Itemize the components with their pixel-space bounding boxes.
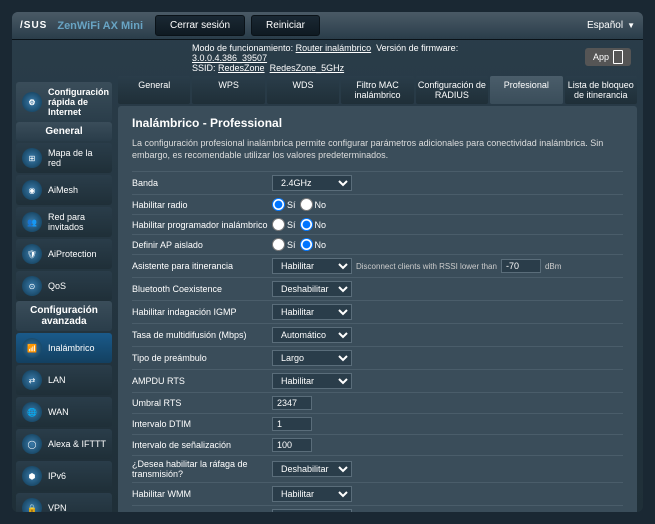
reboot-button[interactable]: Reiniciar: [251, 15, 320, 36]
firmware-value-link[interactable]: 3.0.0.4.386_39507: [192, 53, 267, 63]
label-rts: Umbral RTS: [132, 398, 272, 408]
sidebar-item-wan[interactable]: 🌐WAN: [16, 397, 112, 427]
txburst-select[interactable]: Deshabilitar: [272, 461, 352, 477]
tab-roaming-block[interactable]: Lista de bloqueo de itinerancia: [565, 76, 637, 104]
label-multicast: Tasa de multidifusión (Mbps): [132, 330, 272, 340]
label-dtim: Intervalo DTIM: [132, 419, 272, 429]
product-name: ZenWiFi AX Mini: [57, 20, 143, 32]
tab-wps[interactable]: WPS: [192, 76, 264, 104]
dbm-label: dBm: [545, 262, 561, 271]
band-select[interactable]: 2.4GHz: [272, 175, 352, 191]
roam-hint: Disconnect clients with RSSI lower than: [356, 262, 497, 271]
settings-panel: Inalámbrico - Professional La configurac…: [118, 106, 637, 512]
label-preamble: Tipo de preámbulo: [132, 353, 272, 363]
radio-ap-isolate-no[interactable]: [300, 238, 313, 251]
ssid2-link[interactable]: RedesZone_5GHz: [270, 63, 345, 73]
rts-input[interactable]: [272, 396, 312, 410]
ssid1-link[interactable]: RedesZone: [218, 63, 265, 73]
radio-sched-yes[interactable]: [272, 218, 285, 231]
label-wmm: Habilitar WMM: [132, 489, 272, 499]
alexa-icon: ◯: [22, 434, 42, 454]
sidebar-item-lan[interactable]: ⇄LAN: [16, 365, 112, 395]
lan-icon: ⇄: [22, 370, 42, 390]
tab-mac-filter[interactable]: Filtro MAC inalámbrico: [341, 76, 413, 104]
bt-coex-select[interactable]: Deshabilitar: [272, 281, 352, 297]
label-bt-coex: Bluetooth Coexistence: [132, 284, 272, 294]
radio-enable-radio-yes[interactable]: [272, 198, 285, 211]
brand-logo: /SUS: [20, 20, 47, 31]
multicast-select[interactable]: Automático: [272, 327, 352, 343]
wmm-noack-select[interactable]: Deshabilitar: [272, 509, 352, 512]
firmware-label: Versión de firmware:: [376, 43, 458, 53]
mode-value-link[interactable]: Router inalámbrico: [296, 43, 372, 53]
sidebar-header-general: General: [16, 122, 112, 141]
panel-desc: La configuración profesional inalámbrica…: [132, 138, 623, 161]
wifi-icon: 📶: [22, 338, 42, 358]
chevron-down-icon: ▼: [627, 21, 635, 30]
guest-icon: 👥: [22, 212, 42, 232]
ipv6-icon: ⬢: [22, 466, 42, 486]
roam-rssi-input[interactable]: [501, 259, 541, 273]
shield-icon: 🛡: [22, 244, 42, 264]
wmm-select[interactable]: Habilitar: [272, 486, 352, 502]
language-select[interactable]: Español ▼: [587, 20, 635, 31]
label-band: Banda: [132, 178, 272, 188]
label-enable-radio: Habilitar radio: [132, 200, 272, 210]
label-igmp: Habilitar indagación IGMP: [132, 307, 272, 317]
label-txburst: ¿Desea habilitar la ráfaga de transmisió…: [132, 459, 272, 479]
dtim-input[interactable]: [272, 417, 312, 431]
sidebar-item-aimesh[interactable]: ◉AiMesh: [16, 175, 112, 205]
radio-enable-radio-no[interactable]: [300, 198, 313, 211]
sidebar-item-qos[interactable]: ⊙QoS: [16, 271, 112, 301]
globe-icon: ⚙: [22, 92, 42, 112]
mesh-icon: ◉: [22, 180, 42, 200]
qos-icon: ⊙: [22, 276, 42, 296]
sidebar-item-guest[interactable]: 👥Red para invitados: [16, 207, 112, 237]
wan-icon: 🌐: [22, 402, 42, 422]
tab-general[interactable]: General: [118, 76, 190, 104]
sidebar-item-network-map[interactable]: ⊞Mapa de la red: [16, 143, 112, 173]
ampdu-rts-select[interactable]: Habilitar: [272, 373, 352, 389]
vpn-icon: 🔒: [22, 498, 42, 512]
tab-professional[interactable]: Profesional: [490, 76, 562, 104]
panel-title: Inalámbrico - Professional: [132, 116, 623, 130]
logout-button[interactable]: Cerrar sesión: [155, 15, 245, 36]
tab-radius[interactable]: Configuración de RADIUS: [416, 76, 488, 104]
sidebar-quick-setup[interactable]: ⚙ Configuración rápida de Internet: [16, 82, 112, 122]
sidebar-item-aiprotection[interactable]: 🛡AiProtection: [16, 239, 112, 269]
app-badge[interactable]: App: [585, 48, 631, 66]
sidebar: ⚙ Configuración rápida de Internet Gener…: [12, 76, 116, 512]
beacon-input[interactable]: [272, 438, 312, 452]
label-roam-assist: Asistente para itinerancia: [132, 261, 272, 271]
network-icon: ⊞: [22, 148, 42, 168]
label-beacon: Intervalo de señalización: [132, 440, 272, 450]
sidebar-item-wireless[interactable]: 📶Inalámbrico: [16, 333, 112, 363]
preamble-select[interactable]: Largo: [272, 350, 352, 366]
radio-sched-no[interactable]: [300, 218, 313, 231]
sidebar-item-ipv6[interactable]: ⬢IPv6: [16, 461, 112, 491]
sidebar-item-vpn[interactable]: 🔒VPN: [16, 493, 112, 512]
radio-ap-isolate-yes[interactable]: [272, 238, 285, 251]
sidebar-header-advanced: Configuración avanzada: [16, 301, 112, 331]
label-enable-sched: Habilitar programador inalámbrico: [132, 220, 272, 230]
sidebar-item-alexa[interactable]: ◯Alexa & IFTTT: [16, 429, 112, 459]
label-ampdu-rts: AMPDU RTS: [132, 376, 272, 386]
mode-label: Modo de funcionamiento:: [192, 43, 293, 53]
label-ap-isolate: Definir AP aislado: [132, 240, 272, 250]
roam-assist-select[interactable]: Habilitar: [272, 258, 352, 274]
phone-icon: [613, 50, 623, 64]
igmp-select[interactable]: Habilitar: [272, 304, 352, 320]
ssid-label: SSID:: [192, 63, 216, 73]
tab-wds[interactable]: WDS: [267, 76, 339, 104]
